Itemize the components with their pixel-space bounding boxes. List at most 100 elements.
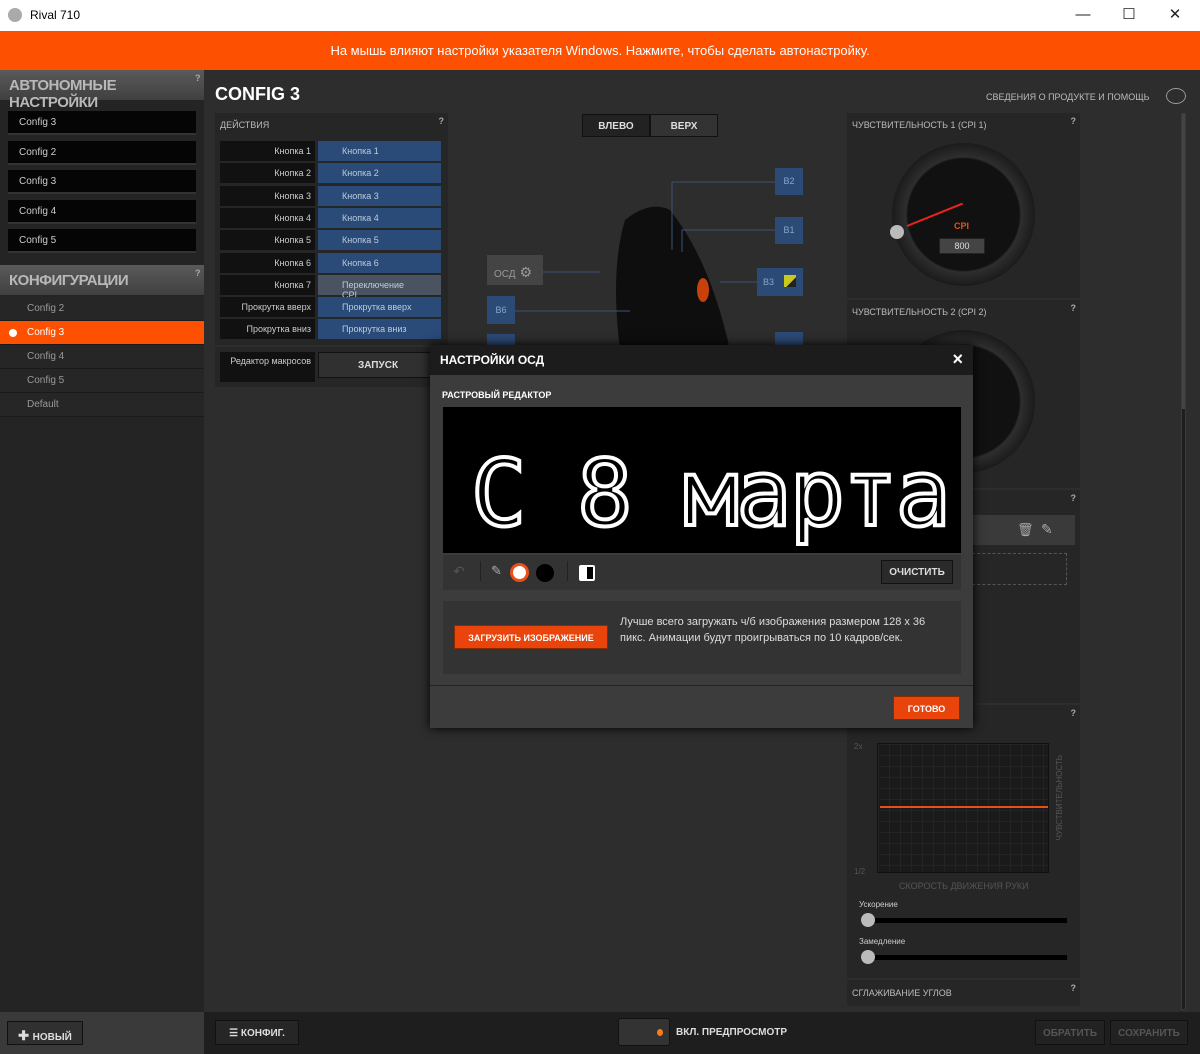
deceleration-slider[interactable] (861, 955, 1067, 960)
drawing: С 8 марта (469, 438, 953, 549)
angle-snapping-title: СГЛАЖИВАНИЕ УГЛОВ (852, 988, 952, 998)
acceleration-panel: ? 2x 1/2 ЧУВСТВИТЕЛЬНОСТЬ СКОРОСТЬ ДВИЖЕ… (847, 705, 1080, 978)
maximize-button[interactable]: ☐ (1114, 4, 1144, 26)
macro-launch-button[interactable]: ЗАПУСК (318, 352, 438, 378)
mouse-button-b3[interactable]: B3 (757, 268, 803, 296)
onboard-item[interactable]: Config 4 (8, 200, 196, 224)
mouse-button-b1[interactable]: B1 (775, 217, 803, 244)
macro-editor-label: Редактор макросов (220, 352, 315, 382)
undo-icon[interactable]: ↶ (453, 563, 465, 580)
acceleration-slider-handle[interactable] (861, 913, 875, 927)
bitmap-editor-title: РАСТРОВЫЙ РЕДАКТОР (442, 390, 552, 400)
config-item[interactable]: Config 5 (0, 369, 204, 393)
action-row-assignment[interactable]: Прокрутка вверх (318, 297, 441, 318)
help-icon[interactable]: ? (1071, 708, 1077, 718)
config-item-active[interactable]: Config 3 (0, 321, 204, 345)
dialog-title: НАСТРОЙКИ ОСД (440, 353, 545, 367)
active-radio-icon (9, 329, 17, 337)
mouse-button-b2[interactable]: B2 (775, 168, 803, 195)
action-row-assignment[interactable]: Кнопка 2 (318, 163, 441, 184)
save-button[interactable]: СОХРАНИТЬ (1110, 1020, 1188, 1045)
trash-icon[interactable]: 🗑 (1017, 522, 1034, 538)
action-row-button: Кнопка 4 (220, 207, 315, 228)
mouse-wheel-highlight (697, 278, 709, 302)
gear-icon: ⚙ (519, 264, 533, 280)
action-row-button: Кнопка 2 (220, 163, 315, 184)
action-row-button: Кнопка 6 (220, 252, 315, 273)
acceleration-slider[interactable] (861, 918, 1067, 923)
minimize-button[interactable]: — (1068, 4, 1098, 26)
help-icon[interactable]: ? (439, 116, 445, 126)
done-button[interactable]: ГОТОВО (893, 696, 960, 720)
new-label: НОВЫЙ (32, 1032, 72, 1043)
b3-label: B3 (763, 277, 775, 287)
action-row-assignment[interactable]: Кнопка 5 (318, 230, 441, 251)
new-config-button[interactable]: ✚ НОВЫЙ (7, 1021, 83, 1045)
help-icon[interactable]: ? (1071, 116, 1077, 126)
app-icon (8, 8, 22, 22)
osd-button[interactable]: ОСД ⚙ (487, 255, 543, 285)
white-color-icon[interactable] (510, 563, 529, 582)
mouse-button-b7[interactable] (775, 332, 803, 346)
pencil-icon[interactable]: ✎ (1041, 521, 1053, 538)
onboard-item[interactable]: Config 2 (8, 141, 196, 165)
config-item[interactable]: Default (0, 393, 204, 417)
preview-toggle[interactable] (618, 1018, 670, 1046)
action-row-assignment[interactable]: Переключение CPI (318, 274, 441, 300)
action-row-assignment[interactable]: Кнопка 1 (318, 141, 441, 161)
action-row-assignment[interactable]: Кнопка 3 (318, 185, 441, 206)
help-chat-icon[interactable] (1166, 88, 1186, 104)
onboard-item[interactable]: Config 3 (8, 111, 196, 135)
mouse-button-b6[interactable]: B6 (487, 296, 515, 324)
help-icon[interactable]: ? (195, 73, 201, 83)
onboard-header: АВТОНОМНЫЕ НАСТРОЙКИ? (0, 70, 204, 111)
config-item[interactable]: Config 2 (0, 297, 204, 321)
configs-title: КОНФИГУРАЦИИ (9, 272, 129, 289)
help-icon[interactable]: ? (1071, 303, 1077, 313)
onboard-item[interactable]: Config 5 (8, 229, 196, 253)
revert-button[interactable]: ОБРАТИТЬ (1035, 1020, 1105, 1045)
close-icon[interactable]: × (952, 349, 963, 370)
pencil-icon[interactable]: ✎ (491, 563, 502, 579)
cpi1-value[interactable]: 800 (939, 238, 985, 254)
page-title: CONFIG 3 (215, 84, 301, 104)
close-button[interactable]: ✕ (1160, 4, 1190, 26)
clear-button[interactable]: ОЧИСТИТЬ (881, 560, 953, 584)
help-icon[interactable]: ? (1071, 493, 1077, 503)
mouse-image (616, 206, 730, 350)
dial-knob[interactable] (890, 225, 904, 239)
tab-top[interactable]: ВЕРХ (650, 114, 718, 137)
help-icon[interactable]: ? (195, 268, 201, 278)
cpi1-dial[interactable] (892, 143, 1035, 286)
effect-row[interactable]: 🗑 ✎ (967, 515, 1075, 545)
config-list-button[interactable]: ☰ КОНФИГ. (215, 1020, 299, 1045)
title-bar: Rival 710 — ☐ ✕ (0, 0, 1200, 31)
invert-icon[interactable] (579, 565, 595, 581)
tab-left[interactable]: ВЛЕВО (582, 114, 650, 137)
preview-label: ВКЛ. ПРЕДПРОСМОТР (676, 1027, 788, 1038)
sensitivity-curve[interactable] (880, 806, 1048, 808)
cpi1-title: ЧУВСТВИТЕЛЬНОСТЬ 1 (CPI 1) (852, 120, 987, 130)
color-swatch-icon (784, 275, 796, 287)
add-effect-slot[interactable] (967, 553, 1067, 585)
windows-pointer-banner[interactable]: На мышь влияют настройки указателя Windo… (0, 31, 1200, 70)
upload-image-button[interactable]: ЗАГРУЗИТЬ ИЗОБРАЖЕНИЕ (454, 625, 608, 649)
config-item[interactable]: Config 4 (0, 345, 204, 369)
help-icon[interactable]: ? (1071, 983, 1077, 993)
actions-title: ДЕЙСТВИЯ (220, 120, 270, 130)
action-row-button: Кнопка 5 (220, 230, 315, 251)
action-row-button: Кнопка 1 (220, 141, 315, 161)
action-row-assignment[interactable]: Прокрутка вниз (318, 319, 441, 340)
deceleration-slider-handle[interactable] (861, 950, 875, 964)
scrollbar[interactable] (1181, 113, 1186, 1010)
bottom-bar: ☰ КОНФИГ. ВКЛ. ПРЕДПРОСМОТР ОБРАТИТЬ СОХ… (204, 1012, 1200, 1054)
list-icon: ☰ (229, 1028, 241, 1039)
black-color-icon[interactable] (536, 564, 554, 582)
onboard-item[interactable]: Config 3 (8, 170, 196, 194)
action-row-assignment[interactable]: Кнопка 6 (318, 252, 441, 273)
bitmap-canvas[interactable]: С 8 марта (443, 407, 961, 553)
action-row-assignment[interactable]: Кнопка 4 (318, 207, 441, 228)
action-row-button: Прокрутка вверх (220, 297, 315, 318)
product-help-link[interactable]: СВЕДЕНИЯ О ПРОДУКТЕ И ПОМОЩЬ (986, 92, 1150, 102)
action-row-button: Кнопка 7 (220, 274, 315, 295)
